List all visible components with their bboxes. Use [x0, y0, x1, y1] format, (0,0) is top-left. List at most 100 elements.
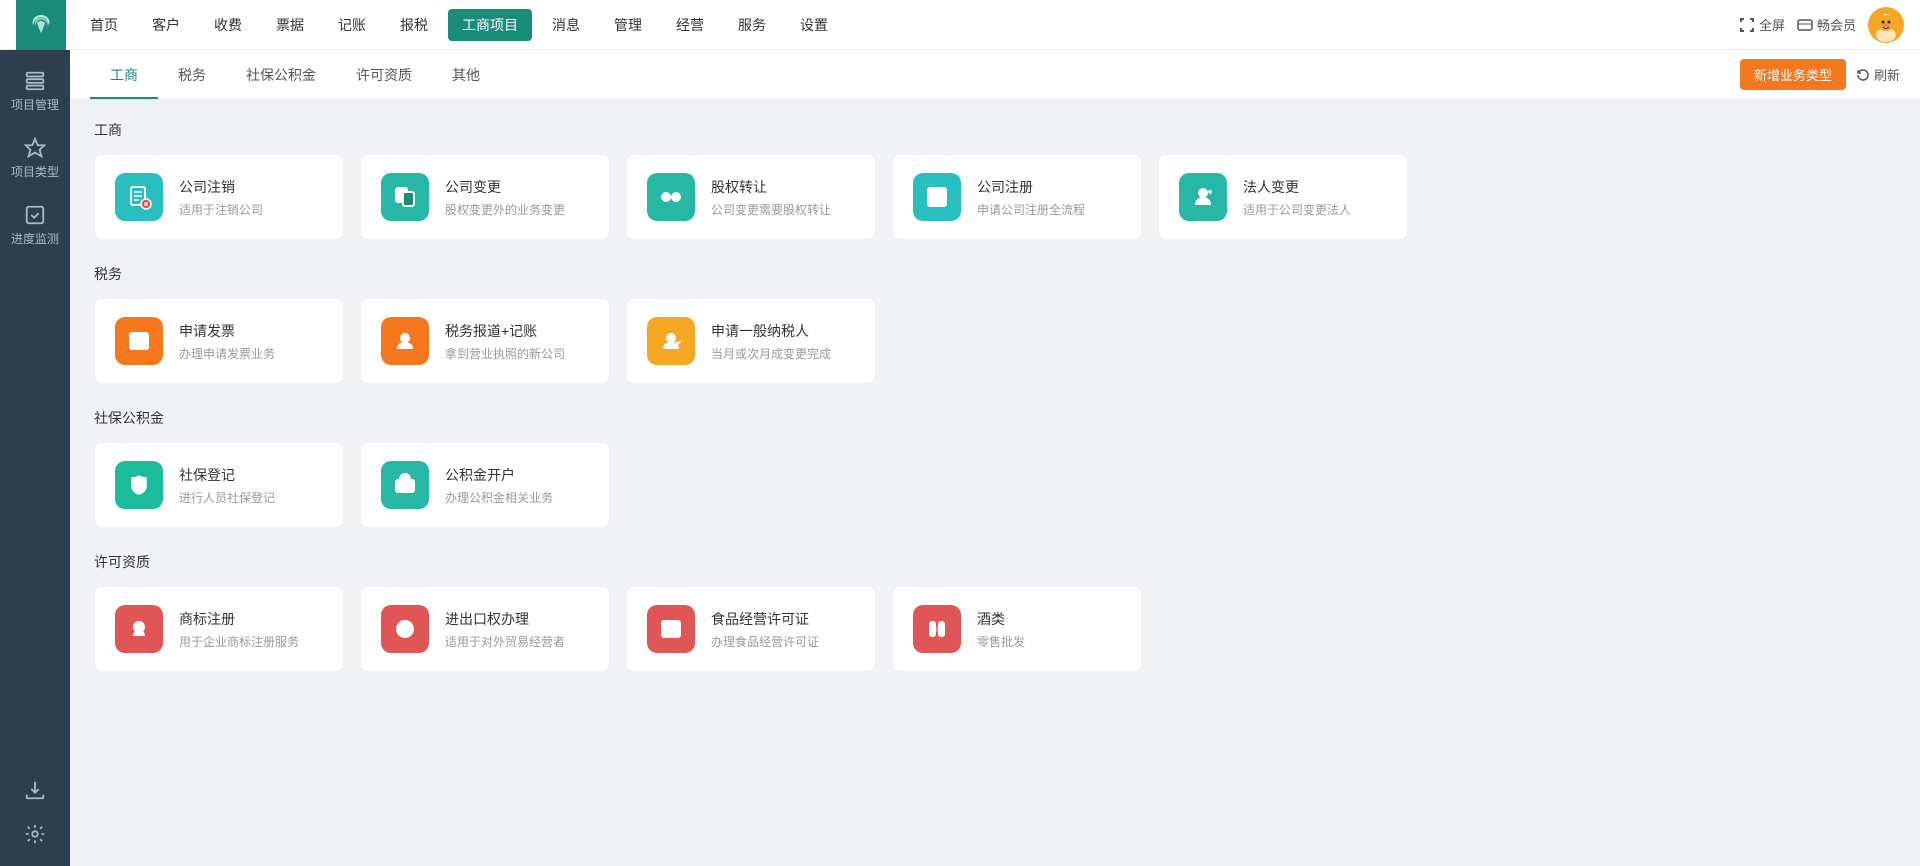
left-sidebar: 项目管理 项目类型 进度监测: [0, 50, 70, 866]
avatar[interactable]: [1868, 7, 1904, 43]
card-trademark[interactable]: 商标注册 用于企业商标注册服务: [94, 586, 344, 672]
member-button[interactable]: 畅会员: [1797, 15, 1856, 34]
social-insurance-icon: [115, 461, 163, 509]
tax-report-icon: [381, 317, 429, 365]
card-desc-trademark: 用于企业商标注册服务: [179, 633, 299, 650]
section-title-tax: 税务: [94, 264, 1896, 284]
nav-manage[interactable]: 管理: [600, 9, 656, 41]
card-equity[interactable]: 股权转让 公司变更需要股权转让: [626, 154, 876, 240]
tab-business[interactable]: 工商: [90, 51, 158, 99]
sidebar-settings-icon[interactable]: [3, 814, 67, 854]
card-desc-food: 办理食品经营许可证: [711, 633, 819, 650]
nav-accounting[interactable]: 记账: [324, 9, 380, 41]
nav-fees[interactable]: 收费: [200, 9, 256, 41]
card-register[interactable]: 公司注册 申请公司注册全流程: [892, 154, 1142, 240]
card-title-import-export: 进出口权办理: [445, 609, 565, 629]
card-company-change[interactable]: 公司变更 股权变更外的业务变更: [360, 154, 610, 240]
sidebar-bottom: [3, 770, 67, 866]
page-content: 工商 公司注销 适用于注销公司: [70, 100, 1920, 866]
card-text-alcohol: 酒类 零售批发: [977, 609, 1025, 650]
app-logo: [16, 0, 66, 50]
tab-bar-actions: 新增业务类型 刷新: [1740, 59, 1900, 90]
card-title-food: 食品经营许可证: [711, 609, 819, 629]
sidebar-label-project-type: 项目类型: [11, 163, 59, 180]
card-text-change: 公司变更 股权变更外的业务变更: [445, 177, 565, 218]
card-food-license[interactable]: 食品经营许可证 办理食品经营许可证: [626, 586, 876, 672]
sidebar-download-icon[interactable]: [3, 770, 67, 810]
nav-bills[interactable]: 票据: [262, 9, 318, 41]
fullscreen-button[interactable]: 全屏: [1739, 15, 1785, 34]
card-tax-report[interactable]: 税务报道+记账 拿到营业执照的新公司: [360, 298, 610, 384]
equity-icon: [647, 173, 695, 221]
fullscreen-label: 全屏: [1759, 15, 1785, 34]
section-title-social: 社保公积金: [94, 408, 1896, 428]
card-desc-legal: 适用于公司变更法人: [1243, 201, 1351, 218]
top-navigation: 首页 客户 收费 票据 记账 报税 工商项目 消息 管理 经营 服务 设置 全屏…: [0, 0, 1920, 50]
card-desc-register: 申请公司注册全流程: [977, 201, 1085, 218]
tab-tax[interactable]: 税务: [158, 51, 226, 99]
card-alcohol[interactable]: 酒类 零售批发: [892, 586, 1142, 672]
top-nav-right: 全屏 畅会员: [1739, 7, 1904, 43]
card-legal[interactable]: 法人变更 适用于公司变更法人: [1158, 154, 1408, 240]
card-title-provident: 公积金开户: [445, 465, 553, 485]
card-text-cancel: 公司注销 适用于注销公司: [179, 177, 263, 218]
card-title-equity: 股权转让: [711, 177, 831, 197]
card-import-export[interactable]: 进出口权办理 适用于对外贸易经营者: [360, 586, 610, 672]
nav-business[interactable]: 工商项目: [448, 9, 532, 41]
legal-icon: [1179, 173, 1227, 221]
card-title-social: 社保登记: [179, 465, 275, 485]
card-text-provident: 公积金开户 办理公积金相关业务: [445, 465, 553, 506]
sidebar-label-progress: 进度监测: [11, 230, 59, 247]
card-text-tax-report: 税务报道+记账 拿到营业执照的新公司: [445, 321, 565, 362]
tab-license[interactable]: 许可资质: [336, 51, 432, 99]
card-social-insurance[interactable]: 社保登记 进行人员社保登记: [94, 442, 344, 528]
nav-service[interactable]: 服务: [724, 9, 780, 41]
cancel-company-icon: [115, 173, 163, 221]
sidebar-item-project-type[interactable]: 项目类型: [3, 127, 67, 190]
card-text-social: 社保登记 进行人员社保登记: [179, 465, 275, 506]
sidebar-item-progress[interactable]: 进度监测: [3, 194, 67, 257]
tab-other[interactable]: 其他: [432, 51, 500, 99]
card-desc-import-export: 适用于对外贸易经营者: [445, 633, 565, 650]
refresh-label: 刷新: [1874, 65, 1900, 84]
card-desc-taxpayer: 当月或次月成变更完成: [711, 345, 831, 362]
sidebar-item-project-manage[interactable]: 项目管理: [3, 60, 67, 123]
refresh-button[interactable]: 刷新: [1856, 65, 1900, 84]
card-title-legal: 法人变更: [1243, 177, 1351, 197]
card-desc-social: 进行人员社保登记: [179, 489, 275, 506]
card-text-trademark: 商标注册 用于企业商标注册服务: [179, 609, 299, 650]
cards-grid-tax: 申请发票 办理申请发票业务 税务报道+记账 拿到营业执照的新公司: [94, 298, 1896, 384]
import-export-icon: [381, 605, 429, 653]
card-company-cancel[interactable]: 公司注销 适用于注销公司: [94, 154, 344, 240]
provident-icon: [381, 461, 429, 509]
sidebar-label-project-manage: 项目管理: [11, 96, 59, 113]
cards-grid-license: 商标注册 用于企业商标注册服务 进出口权办理 适用于对外贸易经营者: [94, 586, 1896, 672]
nav-message[interactable]: 消息: [538, 9, 594, 41]
card-desc-tax-report: 拿到营业执照的新公司: [445, 345, 565, 362]
tab-social[interactable]: 社保公积金: [226, 51, 336, 99]
register-icon: [913, 173, 961, 221]
card-text-register: 公司注册 申请公司注册全流程: [977, 177, 1085, 218]
card-taxpayer[interactable]: 申请一般纳税人 当月或次月成变更完成: [626, 298, 876, 384]
nav-tax[interactable]: 报税: [386, 9, 442, 41]
card-desc-provident: 办理公积金相关业务: [445, 489, 553, 506]
card-desc-invoice: 办理申请发票业务: [179, 345, 275, 362]
member-label: 畅会员: [1817, 15, 1856, 34]
card-text-invoice: 申请发票 办理申请发票业务: [179, 321, 275, 362]
card-title-trademark: 商标注册: [179, 609, 299, 629]
nav-operation[interactable]: 经营: [662, 9, 718, 41]
card-provident[interactable]: 公积金开户 办理公积金相关业务: [360, 442, 610, 528]
taxpayer-icon: [647, 317, 695, 365]
add-type-button[interactable]: 新增业务类型: [1740, 59, 1846, 90]
invoice-icon: [115, 317, 163, 365]
card-desc-alcohol: 零售批发: [977, 633, 1025, 650]
card-invoice[interactable]: 申请发票 办理申请发票业务: [94, 298, 344, 384]
card-desc-change: 股权变更外的业务变更: [445, 201, 565, 218]
change-company-icon: [381, 173, 429, 221]
section-title-business: 工商: [94, 120, 1896, 140]
card-title-cancel: 公司注销: [179, 177, 263, 197]
nav-settings[interactable]: 设置: [786, 9, 842, 41]
nav-home[interactable]: 首页: [76, 9, 132, 41]
nav-customer[interactable]: 客户: [138, 9, 194, 41]
section-title-license: 许可资质: [94, 552, 1896, 572]
